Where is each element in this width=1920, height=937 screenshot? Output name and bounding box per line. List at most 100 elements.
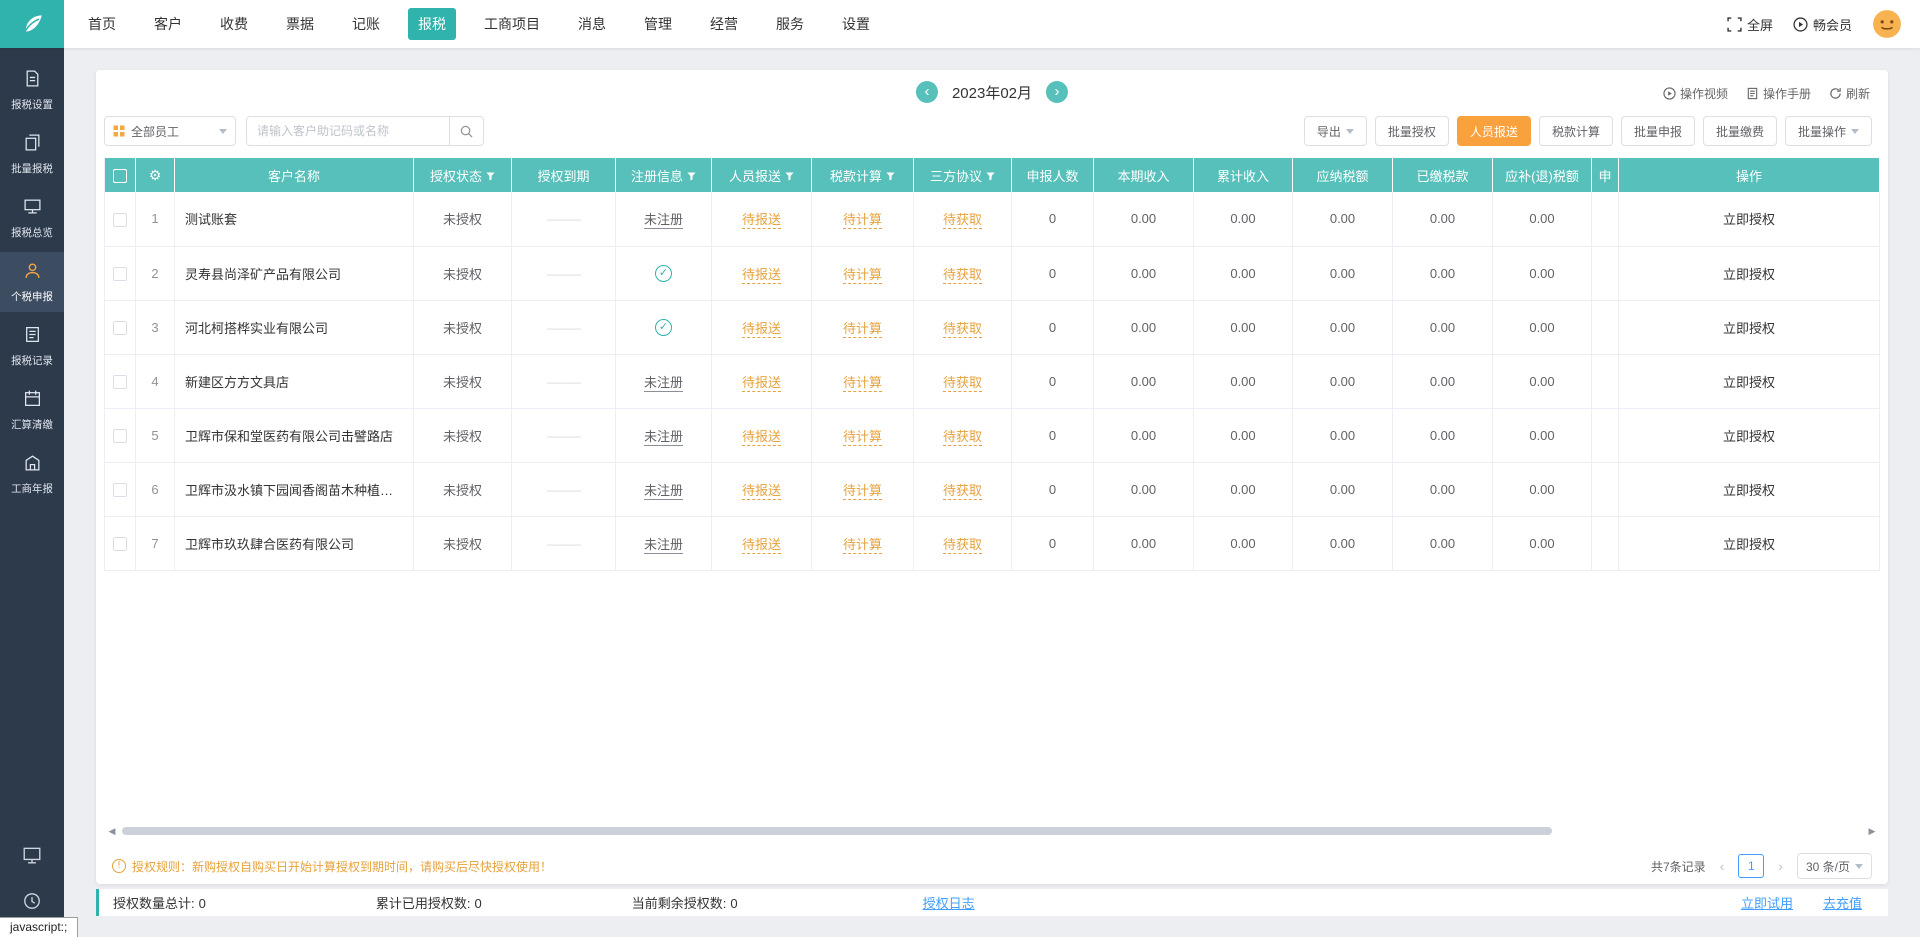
sidebar-item-personal-tax[interactable]: 个税申报 [0,252,64,312]
refresh-link[interactable]: 刷新 [1829,85,1870,102]
support-icon[interactable] [22,891,42,911]
personnel-status-link[interactable]: 待报送 [741,266,781,284]
authorize-now-link[interactable]: 立即授权 [1723,267,1775,282]
row-checkbox[interactable] [113,266,127,281]
nav-item-home[interactable]: 首页 [78,8,126,40]
app-logo[interactable] [0,0,64,48]
column-header[interactable]: 税款计算 [811,158,914,192]
employee-filter-select[interactable]: 全部员工 [104,116,236,146]
filter-icon[interactable] [785,171,794,181]
current-page[interactable]: 1 [1738,854,1765,878]
registration-link[interactable]: 未注册 [643,212,683,230]
video-tutorial-link[interactable]: 操作视频 [1663,85,1728,102]
column-header[interactable]: 三方协议 [913,158,1012,192]
filter-icon[interactable] [886,171,895,181]
batch-declare-button[interactable]: 批量申报 [1620,116,1695,146]
sidebar-item-batch-tax[interactable]: 批量报税 [0,124,64,184]
row-checkbox[interactable] [113,482,127,497]
tax-calc-link[interactable]: 待计算 [842,428,882,446]
personnel-status-link[interactable]: 待报送 [741,374,781,392]
sidebar-item-tax-records[interactable]: 报税记录 [0,316,64,376]
search-button[interactable] [449,117,483,145]
tax-calc-button[interactable]: 税款计算 [1538,116,1613,146]
sidebar-item-annual-report[interactable]: 工商年报 [0,444,64,504]
nav-item-billing[interactable]: 收费 [210,8,258,40]
personnel-status-link[interactable]: 待报送 [741,428,781,446]
row-checkbox[interactable] [113,536,127,551]
recharge-link[interactable]: 去充值 [1823,893,1862,912]
scroll-left-arrow[interactable]: ◀ [104,826,120,837]
row-checkbox[interactable] [113,374,127,389]
agreement-link[interactable]: 待获取 [942,320,982,338]
search-input[interactable] [247,124,449,138]
tax-calc-link[interactable]: 待计算 [842,212,882,230]
scroll-right-arrow[interactable]: ▶ [1864,826,1880,837]
tax-calc-link[interactable]: 待计算 [842,374,882,392]
personnel-status-link[interactable]: 待报送 [741,536,781,554]
authorize-now-link[interactable]: 立即授权 [1723,321,1775,336]
nav-item-tax-filing[interactable]: 报税 [408,8,456,40]
row-checkbox[interactable] [113,428,127,443]
sidebar-item-settlement[interactable]: 汇算清缴 [0,380,64,440]
fullscreen-button[interactable]: 全屏 [1727,15,1773,34]
tax-calc-link[interactable]: 待计算 [842,320,882,338]
prev-page-button[interactable]: ‹ [1718,858,1727,874]
filter-icon[interactable] [486,171,495,181]
trial-link[interactable]: 立即试用 [1741,893,1793,912]
next-page-button[interactable]: › [1776,858,1785,874]
agreement-link[interactable]: 待获取 [942,482,982,500]
filter-icon[interactable] [986,171,995,181]
authorize-now-link[interactable]: 立即授权 [1723,212,1775,227]
row-checkbox[interactable] [113,320,127,335]
column-header[interactable]: 注册信息 [615,158,712,192]
personnel-report-button[interactable]: 人员报送 [1456,116,1531,146]
agreement-link[interactable]: 待获取 [942,428,982,446]
registration-link[interactable]: 未注册 [643,374,683,392]
sidebar-item-tax-overview[interactable]: 报税总览 [0,188,64,248]
nav-item-services[interactable]: 服务 [766,8,814,40]
page-size-select[interactable]: 30 条/页 [1796,853,1872,879]
registration-link[interactable]: 未注册 [643,428,683,446]
agreement-link[interactable]: 待获取 [942,374,982,392]
batch-authorize-button[interactable]: 批量授权 [1374,116,1449,146]
nav-item-invoices[interactable]: 票据 [276,8,324,40]
tax-calc-link[interactable]: 待计算 [842,536,882,554]
agreement-link[interactable]: 待获取 [942,212,982,230]
auth-log-link[interactable]: 授权日志 [923,893,975,912]
prev-month-button[interactable]: ‹ [915,81,938,103]
authorize-now-link[interactable]: 立即授权 [1723,429,1775,444]
filter-icon[interactable] [687,171,696,181]
nav-item-bookkeeping[interactable]: 记账 [342,8,390,40]
column-header[interactable]: 人员报送 [711,158,812,192]
nav-item-customers[interactable]: 客户 [144,8,192,40]
batch-pay-button[interactable]: 批量缴费 [1702,116,1777,146]
next-month-button[interactable]: › [1046,81,1069,103]
agreement-link[interactable]: 待获取 [942,536,982,554]
authorize-now-link[interactable]: 立即授权 [1723,537,1775,552]
column-header[interactable]: 授权状态 [413,158,512,192]
tax-calc-link[interactable]: 待计算 [842,266,882,284]
nav-item-management[interactable]: 管理 [634,8,682,40]
export-button[interactable]: 导出 [1303,116,1367,146]
nav-item-business-projects[interactable]: 工商项目 [474,8,550,40]
authorize-now-link[interactable]: 立即授权 [1723,483,1775,498]
batch-actions-button[interactable]: 批量操作 [1784,116,1872,146]
column-settings-gear-icon[interactable]: ⚙ [149,167,162,183]
authorize-now-link[interactable]: 立即授权 [1723,375,1775,390]
personnel-status-link[interactable]: 待报送 [741,212,781,230]
member-button[interactable]: 畅会员 [1793,15,1852,34]
registration-link[interactable]: 未注册 [643,482,683,500]
scrollbar-thumb[interactable] [122,827,1553,835]
display-icon[interactable] [22,845,42,865]
personnel-status-link[interactable]: 待报送 [741,320,781,338]
agreement-link[interactable]: 待获取 [942,266,982,284]
registration-link[interactable]: 未注册 [643,536,683,554]
nav-item-settings[interactable]: 设置 [832,8,880,40]
nav-item-operations[interactable]: 经营 [700,8,748,40]
row-checkbox[interactable] [113,212,127,227]
manual-link[interactable]: 操作手册 [1746,85,1811,102]
avatar[interactable] [1872,9,1902,39]
tax-calc-link[interactable]: 待计算 [842,482,882,500]
select-all-checkbox[interactable] [113,168,127,183]
sidebar-item-tax-settings[interactable]: 报税设置 [0,60,64,120]
